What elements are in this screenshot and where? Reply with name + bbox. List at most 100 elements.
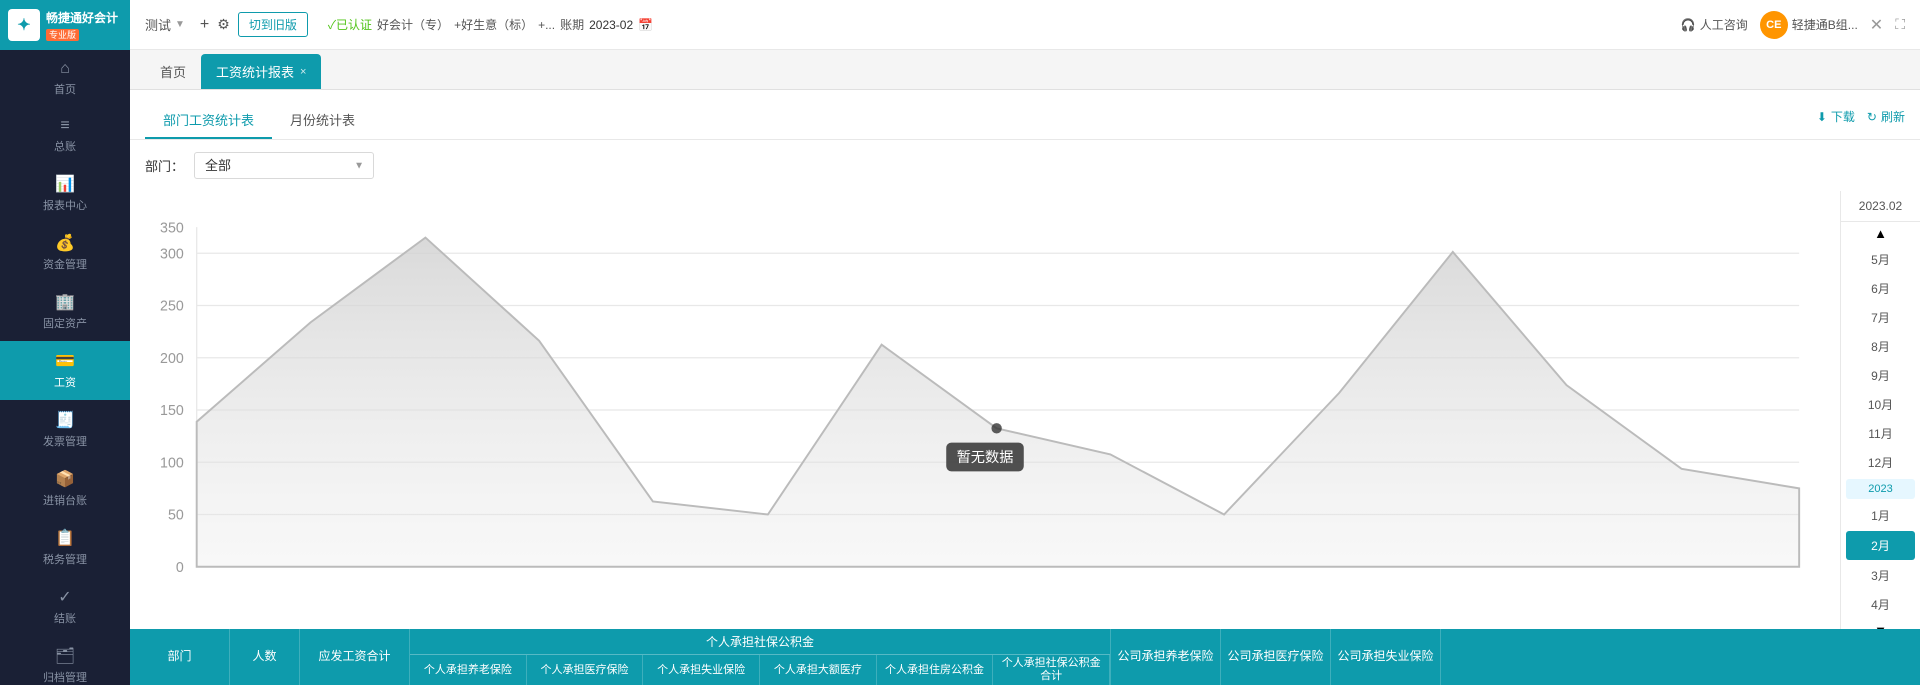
content-area: 部门工资统计表 月份统计表 ⬇ 下载 ↻ 刷新 bbox=[130, 90, 1920, 685]
tax-icon: 📋 bbox=[55, 528, 75, 548]
svg-text:暂无数据: 暂无数据 bbox=[957, 449, 1014, 466]
sidebar-label-tax: 税务管理 bbox=[43, 551, 87, 567]
right-panel-nav-down[interactable]: ▼ bbox=[1841, 619, 1920, 629]
home-icon: ⌂ bbox=[60, 60, 70, 78]
tab-home[interactable]: 首页 bbox=[145, 54, 201, 89]
sidebar-label-assets: 固定资产 bbox=[43, 315, 87, 331]
sidebar-label-archive: 归档管理 bbox=[43, 669, 87, 685]
switch-old-button[interactable]: 切到旧版 bbox=[238, 12, 308, 37]
right-panel: 2023.02 ▲ 5月 6月 7月 8月 9月 10月 11月 12月 202… bbox=[1840, 191, 1920, 629]
month-7[interactable]: 7月 bbox=[1841, 303, 1920, 332]
sidebar-label-reports: 报表中心 bbox=[43, 197, 87, 213]
gear-icon[interactable]: ⚙ bbox=[217, 16, 230, 33]
col-company-pension: 公司承担养老保险 bbox=[1111, 629, 1221, 685]
sidebar-item-checkout[interactable]: ✓ 结账 bbox=[0, 577, 130, 636]
month-9[interactable]: 9月 bbox=[1841, 361, 1920, 390]
company-name: 测试 bbox=[145, 15, 171, 34]
add-icon[interactable]: + bbox=[200, 16, 209, 34]
filter-toolbar: 部门： 全部 ▼ bbox=[130, 140, 1920, 191]
period-label: 账期 bbox=[560, 16, 584, 33]
topbar-actions: + ⚙ 切到旧版 bbox=[200, 12, 308, 37]
svg-text:100: 100 bbox=[160, 455, 184, 471]
logo-badge: 专业版 bbox=[46, 29, 79, 41]
sales-icon: 📦 bbox=[55, 469, 75, 489]
checkout-icon: ✓ bbox=[58, 587, 71, 607]
assets-icon: 🏢 bbox=[55, 292, 75, 312]
chart-container: 0 50 100 150 200 250 300 350 bbox=[130, 191, 1840, 629]
tab-close-icon[interactable]: × bbox=[300, 66, 306, 78]
nav-up-icon: ▲ bbox=[1874, 226, 1887, 241]
month-8[interactable]: 8月 bbox=[1841, 332, 1920, 361]
sidebar-item-invoice[interactable]: 🧾 发票管理 bbox=[0, 400, 130, 459]
sidebar-item-home[interactable]: ⌂ 首页 bbox=[0, 50, 130, 107]
sidebar-item-salary[interactable]: 💳 工资 bbox=[0, 341, 130, 400]
col-group-personal: 个人承担社保公积金 个人承担养老保险 个人承担医疗保险 个人承担失业保险 个人承… bbox=[410, 629, 1111, 685]
tabbar: 首页 工资统计报表 × bbox=[130, 50, 1920, 90]
month-6[interactable]: 6月 bbox=[1841, 274, 1920, 303]
sidebar-item-assets[interactable]: 🏢 固定资产 bbox=[0, 282, 130, 341]
refresh-button[interactable]: ↻ 刷新 bbox=[1867, 108, 1905, 125]
month-4[interactable]: 4月 bbox=[1841, 590, 1920, 619]
year-2023-label[interactable]: 2023 bbox=[1846, 479, 1915, 499]
sidebar-item-funds[interactable]: 💰 资金管理 bbox=[0, 223, 130, 282]
col-personal-medical: 个人承担医疗保险 bbox=[527, 655, 644, 685]
dept-filter-label: 部门： bbox=[145, 156, 184, 175]
reports-icon: 📊 bbox=[55, 174, 75, 194]
month-12[interactable]: 12月 bbox=[1841, 448, 1920, 477]
month-10[interactable]: 10月 bbox=[1841, 390, 1920, 419]
svg-text:250: 250 bbox=[160, 299, 184, 315]
sidebar-label-ledger: 总账 bbox=[54, 138, 76, 154]
calendar-icon[interactable]: 📅 bbox=[638, 18, 653, 32]
table-header: 部门 人数 应发工资合计 个人承担社保公积金 个人承担养老保险 bbox=[130, 629, 1920, 685]
maximize-icon[interactable]: ⛶ bbox=[1895, 16, 1905, 33]
sidebar-label-invoice: 发票管理 bbox=[43, 433, 87, 449]
col-count: 人数 bbox=[230, 629, 300, 685]
svg-text:150: 150 bbox=[160, 403, 184, 419]
topbar: 测试 ▼ + ⚙ 切到旧版 ✓已认证 好会计（专） +好生意（标） +... 账… bbox=[130, 0, 1920, 50]
group-header-personal: 个人承担社保公积金 bbox=[410, 629, 1110, 655]
sidebar-item-reports[interactable]: 📊 报表中心 bbox=[0, 164, 130, 223]
invoice-icon: 🧾 bbox=[55, 410, 75, 430]
table-actions: ⬇ 下载 ↻ 刷新 bbox=[1817, 102, 1905, 139]
download-button[interactable]: ⬇ 下载 bbox=[1817, 108, 1855, 125]
month-5[interactable]: 5月 bbox=[1841, 245, 1920, 274]
human-service-button[interactable]: 🎧 人工咨询 bbox=[1681, 16, 1748, 33]
col-personal-housing: 个人承担住房公积金 bbox=[877, 655, 994, 685]
close-window-icon[interactable]: ✕ bbox=[1870, 15, 1883, 35]
more-label: +... bbox=[538, 18, 555, 32]
tab-salary-report[interactable]: 工资统计报表 × bbox=[201, 54, 321, 89]
month-1[interactable]: 1月 bbox=[1841, 501, 1920, 530]
logo-icon: ✦ bbox=[8, 9, 40, 41]
sidebar-label-salary: 工资 bbox=[54, 374, 76, 390]
dept-select[interactable]: 全部 bbox=[194, 152, 374, 179]
company-dropdown-arrow: ▼ bbox=[175, 19, 185, 30]
subtab-monthly[interactable]: 月份统计表 bbox=[272, 102, 373, 139]
svg-text:50: 50 bbox=[168, 508, 184, 524]
company-dropdown[interactable]: 测试 ▼ bbox=[145, 15, 185, 34]
month-2-active[interactable]: 2月 bbox=[1846, 531, 1915, 560]
chart-section: 0 50 100 150 200 250 300 350 bbox=[130, 191, 1920, 629]
sidebar-item-ledger[interactable]: ≡ 总账 bbox=[0, 107, 130, 164]
sidebar-item-tax[interactable]: 📋 税务管理 bbox=[0, 518, 130, 577]
sidebar-label-sales: 进销台账 bbox=[43, 492, 87, 508]
sidebar-label-funds: 资金管理 bbox=[43, 256, 87, 272]
right-panel-nav-up[interactable]: ▲ bbox=[1841, 222, 1920, 245]
logo-text: 畅捷通好会计 bbox=[46, 9, 118, 26]
month-11[interactable]: 11月 bbox=[1841, 419, 1920, 448]
month-3[interactable]: 3月 bbox=[1841, 561, 1920, 590]
sidebar: ✦ 畅捷通好会计 专业版 ⌂ 首页 ≡ 总账 📊 报表中心 💰 资金管理 🏢 固… bbox=[0, 0, 130, 685]
subtab-dept[interactable]: 部门工资统计表 bbox=[145, 102, 272, 139]
tab-salary-label: 工资统计报表 bbox=[216, 62, 294, 81]
salary-chart: 0 50 100 150 200 250 300 350 bbox=[145, 201, 1825, 619]
col-personal-pension: 个人承担养老保险 bbox=[410, 655, 527, 685]
quick-nav-button[interactable]: CE 轻捷通B组... bbox=[1760, 11, 1858, 39]
sidebar-item-sales[interactable]: 📦 进销台账 bbox=[0, 459, 130, 518]
svg-text:200: 200 bbox=[160, 351, 184, 367]
good-biz-label: +好生意（标） bbox=[454, 16, 533, 33]
col-personal-big-medical: 个人承担大额医疗 bbox=[760, 655, 877, 685]
svg-text:300: 300 bbox=[160, 246, 184, 262]
topbar-status: ✓已认证 好会计（专） +好生意（标） +... 账期 2023-02 📅 bbox=[328, 16, 653, 33]
sidebar-label-checkout: 结账 bbox=[54, 610, 76, 626]
svg-text:0: 0 bbox=[176, 560, 184, 576]
sidebar-item-archive[interactable]: 🗂 归档管理 bbox=[0, 636, 130, 685]
